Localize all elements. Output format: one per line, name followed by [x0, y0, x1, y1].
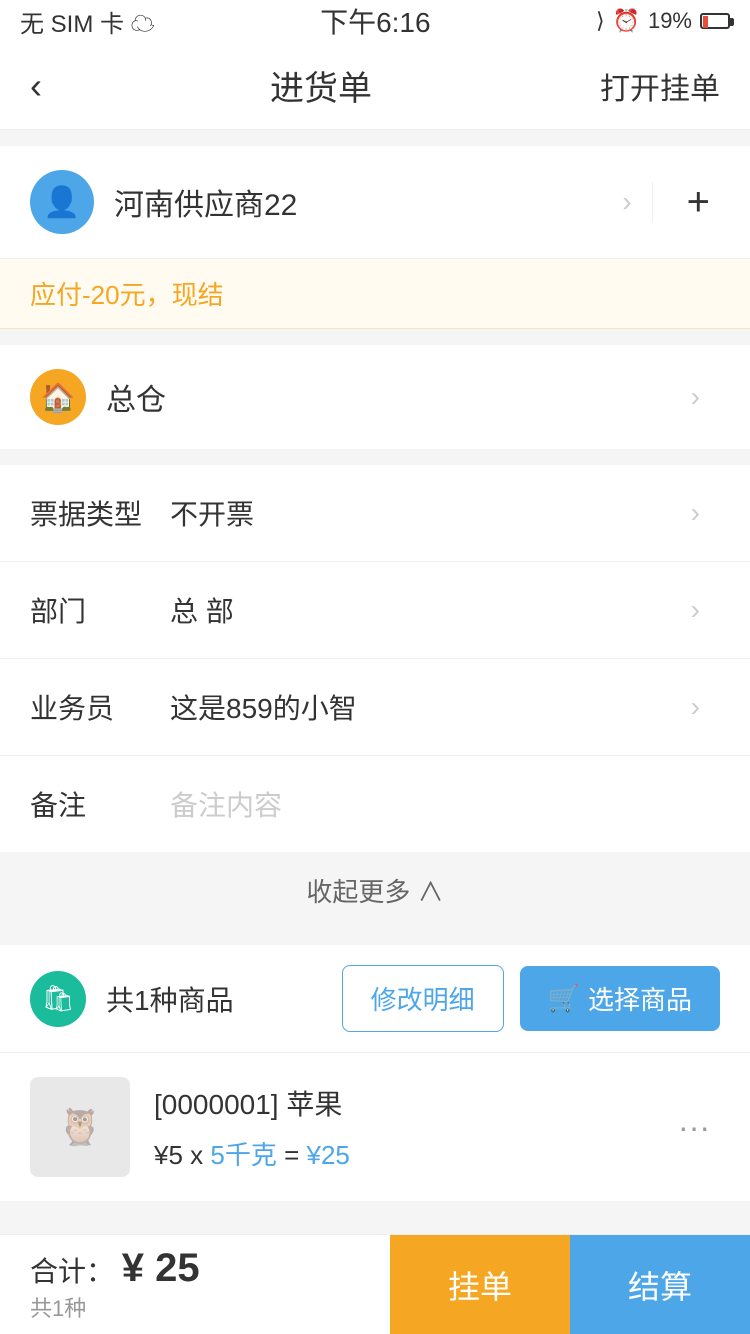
dept-chevron-icon: ›: [691, 594, 700, 626]
back-button[interactable]: ‹: [30, 65, 42, 107]
product-price: ¥5 x: [154, 1140, 210, 1170]
product-price-row: ¥5 x 5千克 = ¥25: [154, 1135, 668, 1172]
product-thumbnail: 🦉: [30, 1077, 130, 1177]
remark-input[interactable]: 备注内容: [150, 784, 720, 824]
nav-bar: ‹ 进货单 打开挂单: [0, 42, 750, 130]
alarm-icon: ⏰: [613, 8, 640, 34]
total-label: 合计：: [30, 1256, 114, 1287]
salesperson-value: 这是859的小智: [150, 687, 691, 727]
select-product-button[interactable]: 🛒 选择商品: [520, 966, 720, 1031]
home-icon: 🏠: [41, 381, 76, 414]
divider: [652, 182, 653, 222]
select-product-label: 选择商品: [588, 980, 692, 1017]
product-info: [0000001] 苹果 ¥5 x 5千克 = ¥25: [154, 1083, 668, 1172]
form-section: 票据类型 不开票 › 部门 总 部 › 业务员 这是859的小智 › 备注 备注…: [0, 465, 750, 852]
total-row: 合计： ¥ 25: [30, 1246, 360, 1291]
battery-icon: [700, 13, 730, 29]
salesperson-chevron-icon: ›: [691, 691, 700, 723]
invoice-row[interactable]: 票据类型 不开票 ›: [0, 465, 750, 562]
status-right: ⟩ ⏰ 19%: [596, 8, 730, 34]
bottom-bar: 合计： ¥ 25 共1种 挂单 结算: [0, 1234, 750, 1334]
warehouse-icon: 🏠: [30, 369, 86, 425]
bottom-total: 合计： ¥ 25 共1种: [0, 1246, 390, 1323]
dept-value: 总 部: [150, 590, 691, 630]
supplier-row[interactable]: 👤 河南供应商22 › +: [0, 146, 750, 259]
edit-detail-button[interactable]: 修改明细: [342, 965, 504, 1032]
hang-button[interactable]: 挂单: [390, 1235, 570, 1334]
status-left: 无 SIM 卡 ☁: [20, 4, 155, 39]
warehouse-name: 总仓: [106, 375, 691, 419]
warehouse-section: 🏠 总仓 ›: [0, 345, 750, 449]
status-bar: 无 SIM 卡 ☁ 下午6:16 ⟩ ⏰ 19%: [0, 0, 750, 42]
bag-icon: 🛍: [41, 983, 74, 1014]
supplier-avatar: 👤: [30, 170, 94, 234]
supplier-notice: 应付-20元，现结: [0, 259, 750, 329]
invoice-label: 票据类型: [30, 493, 150, 533]
open-hang-button[interactable]: 打开挂单: [600, 64, 720, 108]
supplier-chevron-icon: ›: [622, 186, 631, 218]
remark-row[interactable]: 备注 备注内容: [0, 756, 750, 852]
product-more-button[interactable]: ···: [668, 1099, 720, 1156]
sim-status: 无 SIM 卡 ☁: [20, 4, 155, 39]
product-qty: 5千克: [210, 1140, 276, 1170]
supplier-section: 👤 河南供应商22 › + 应付-20元，现结: [0, 146, 750, 329]
salesperson-label: 业务员: [30, 687, 150, 727]
invoice-value: 不开票: [150, 493, 691, 533]
product-header: 🛍 共1种商品 修改明细 🛒 选择商品: [0, 945, 750, 1053]
select-icon: 🛒: [548, 983, 580, 1014]
warehouse-chevron-icon: ›: [691, 381, 700, 413]
product-icon: 🛍: [30, 971, 86, 1027]
product-img-placeholder: 🦉: [58, 1106, 103, 1148]
checkout-button[interactable]: 结算: [570, 1235, 750, 1334]
product-section: 🛍 共1种商品 修改明细 🛒 选择商品 🦉 [0000001] 苹果 ¥5 x …: [0, 945, 750, 1201]
invoice-chevron-icon: ›: [691, 497, 700, 529]
dept-label: 部门: [30, 590, 150, 630]
product-name: [0000001] 苹果: [154, 1083, 668, 1123]
collapse-more-button[interactable]: 收起更多 ∧: [0, 852, 750, 929]
product-count: 共1种商品: [106, 979, 342, 1019]
status-time: 下午6:16: [320, 1, 431, 41]
location-icon: ⟩: [596, 8, 605, 34]
total-amount: ¥ 25: [122, 1246, 200, 1290]
battery-level: 19%: [648, 8, 692, 34]
product-equals: =: [277, 1140, 307, 1170]
remark-label: 备注: [30, 784, 150, 824]
add-supplier-button[interactable]: +: [677, 180, 720, 225]
product-total: ¥25: [306, 1140, 349, 1170]
supplier-name: 河南供应商22: [114, 180, 622, 224]
warehouse-row[interactable]: 🏠 总仓 ›: [0, 345, 750, 449]
page-title: 进货单: [270, 61, 372, 110]
salesperson-row[interactable]: 业务员 这是859的小智 ›: [0, 659, 750, 756]
product-item: 🦉 [0000001] 苹果 ¥5 x 5千克 = ¥25 ···: [0, 1053, 750, 1201]
total-count: 共1种: [30, 1291, 360, 1323]
avatar-icon: 👤: [43, 185, 80, 220]
dept-row[interactable]: 部门 总 部 ›: [0, 562, 750, 659]
